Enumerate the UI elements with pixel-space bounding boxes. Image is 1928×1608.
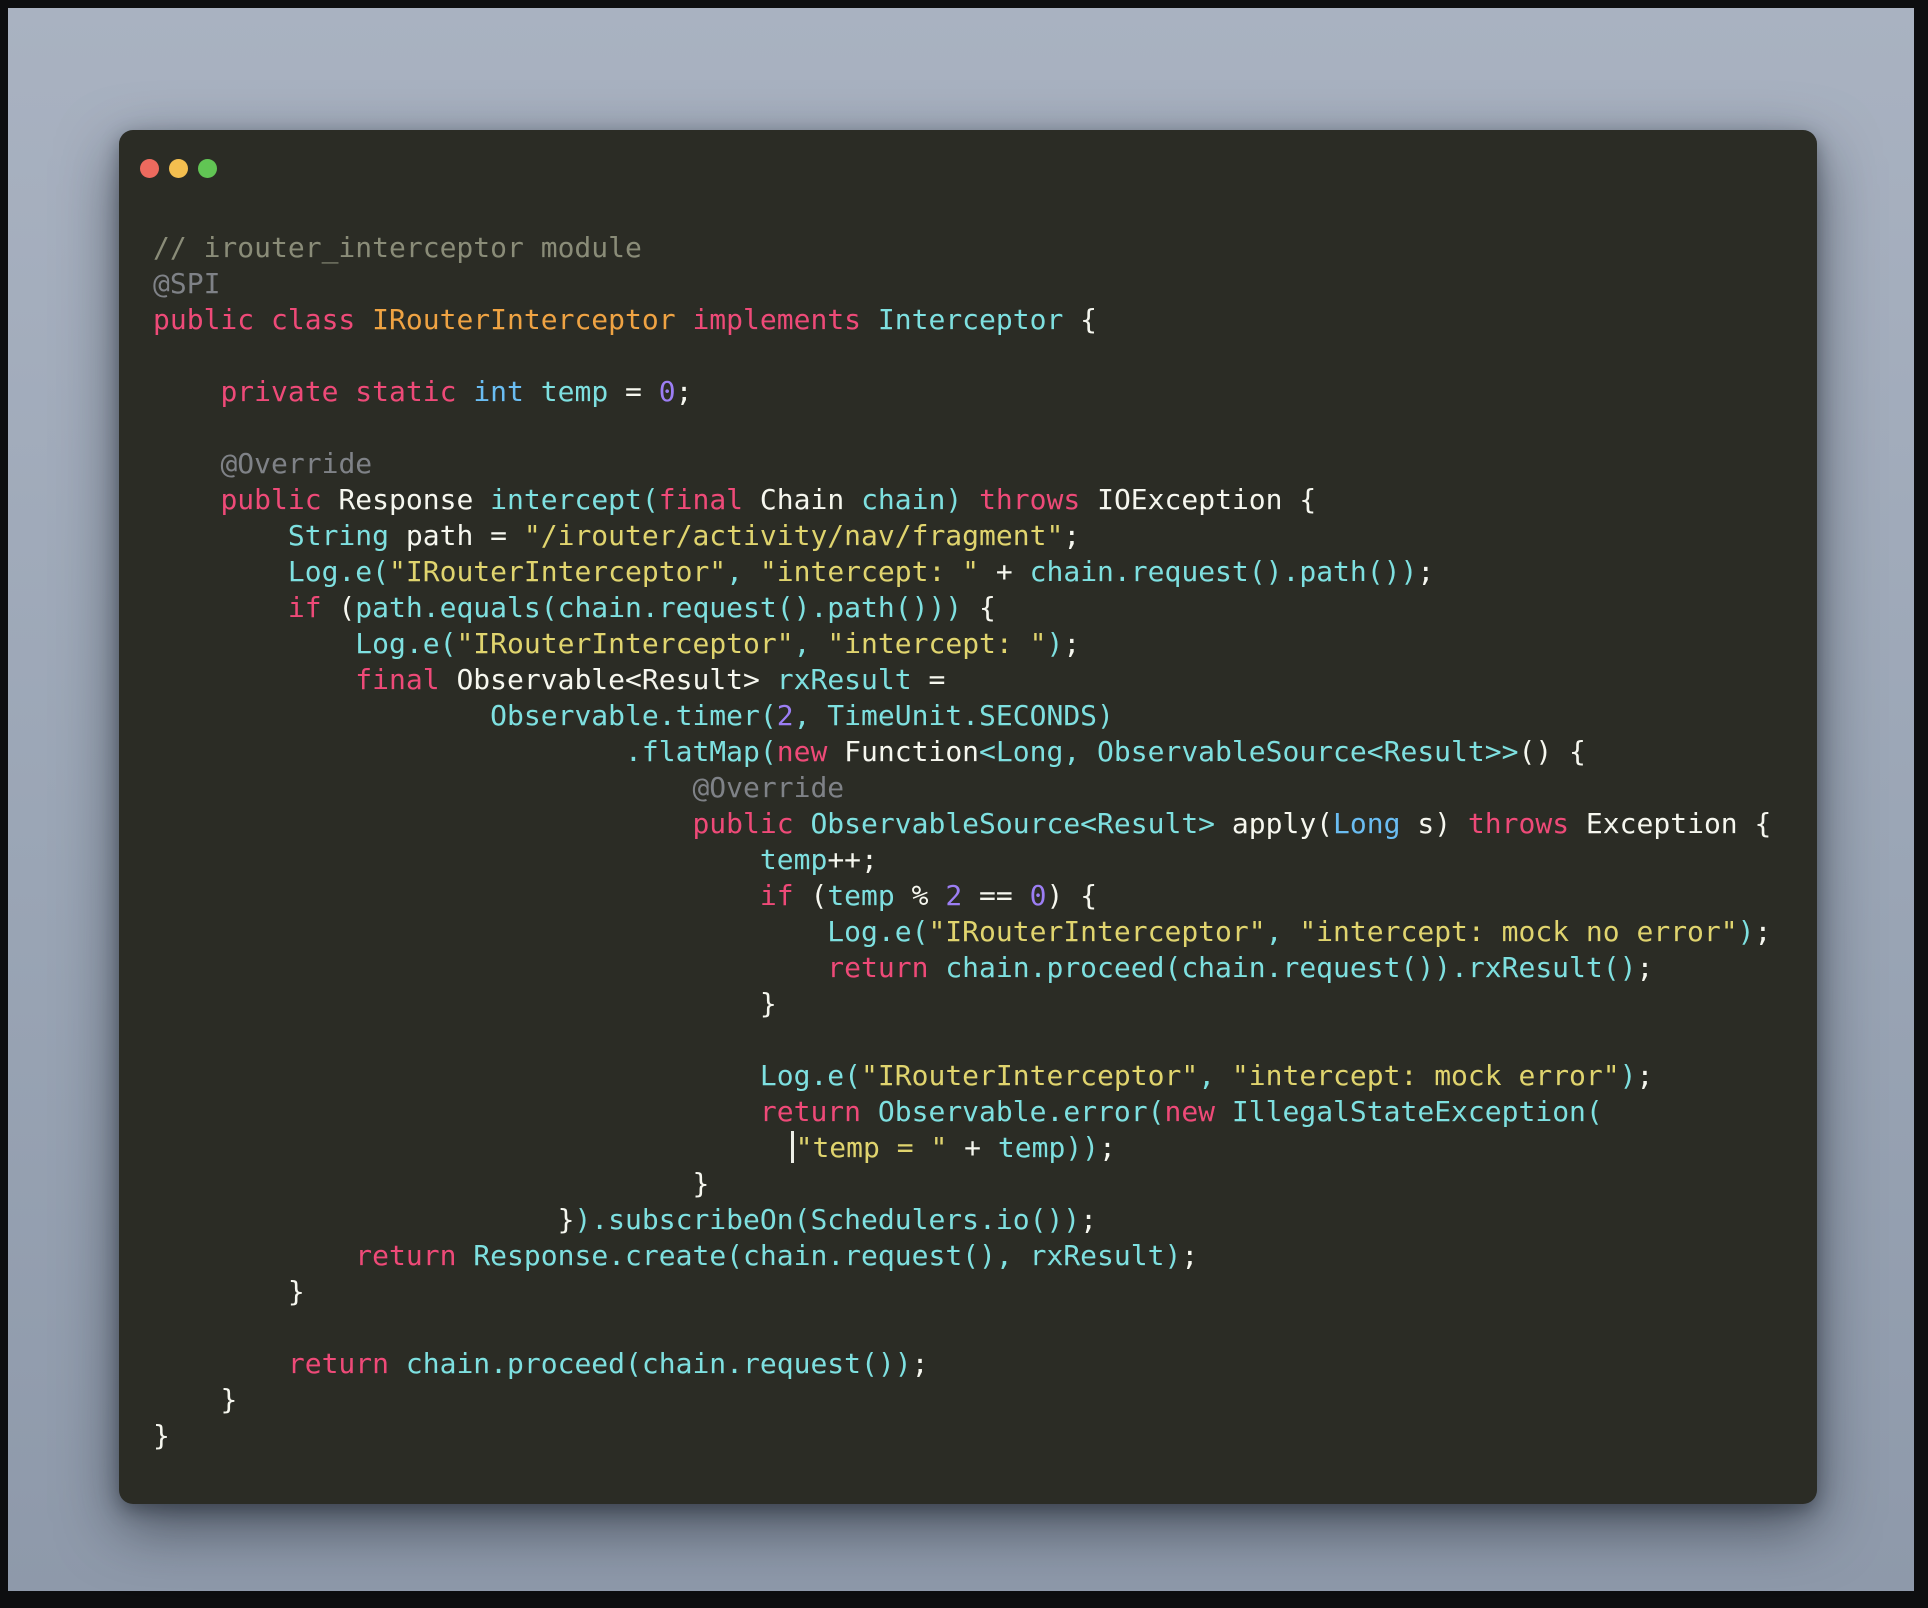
- code-line: .flatMap(new Function<Long, ObservableSo…: [153, 734, 1797, 770]
- code-line: Log.e("IRouterInterceptor", "intercept: …: [153, 554, 1797, 590]
- code-line: return Observable.error(new IllegalState…: [153, 1094, 1797, 1130]
- code-line: }: [153, 1418, 1797, 1454]
- code-line: return chain.proceed(chain.request());: [153, 1346, 1797, 1382]
- code-line: "temp = " + temp));: [153, 1130, 1797, 1166]
- code-line: }: [153, 1382, 1797, 1418]
- code-line: Observable.timer(2, TimeUnit.SECONDS): [153, 698, 1797, 734]
- window-controls: [140, 159, 217, 178]
- code-line: @SPI: [153, 266, 1797, 302]
- code-line: }: [153, 986, 1797, 1022]
- code-line: public ObservableSource<Result> apply(Lo…: [153, 806, 1797, 842]
- code-line: String path = "/irouter/activity/nav/fra…: [153, 518, 1797, 554]
- code-line: [153, 1310, 1797, 1346]
- zoom-button[interactable]: [198, 159, 217, 178]
- code-line: temp++;: [153, 842, 1797, 878]
- code-editor[interactable]: // irouter_interceptor module@SPIpublic …: [153, 230, 1797, 1454]
- code-line: final Observable<Result> rxResult =: [153, 662, 1797, 698]
- code-line: @Override: [153, 446, 1797, 482]
- desktop-background: // irouter_interceptor module@SPIpublic …: [8, 8, 1914, 1591]
- code-line: [153, 1022, 1797, 1058]
- close-button[interactable]: [140, 159, 159, 178]
- code-line: Log.e("IRouterInterceptor", "intercept: …: [153, 1058, 1797, 1094]
- code-line: }: [153, 1166, 1797, 1202]
- code-line: @Override: [153, 770, 1797, 806]
- code-line: // irouter_interceptor module: [153, 230, 1797, 266]
- code-line: public class IRouterInterceptor implemen…: [153, 302, 1797, 338]
- code-line: private static int temp = 0;: [153, 374, 1797, 410]
- text-cursor: [791, 1131, 794, 1163]
- code-line: }).subscribeOn(Schedulers.io());: [153, 1202, 1797, 1238]
- code-line: [153, 410, 1797, 446]
- code-line: Log.e("IRouterInterceptor", "intercept: …: [153, 914, 1797, 950]
- code-line: if (path.equals(chain.request().path()))…: [153, 590, 1797, 626]
- code-line: public Response intercept(final Chain ch…: [153, 482, 1797, 518]
- code-line: if (temp % 2 == 0) {: [153, 878, 1797, 914]
- code-line: Log.e("IRouterInterceptor", "intercept: …: [153, 626, 1797, 662]
- minimize-button[interactable]: [169, 159, 188, 178]
- code-line: return chain.proceed(chain.request()).rx…: [153, 950, 1797, 986]
- code-line: return Response.create(chain.request(), …: [153, 1238, 1797, 1274]
- code-line: [153, 338, 1797, 374]
- code-window: // irouter_interceptor module@SPIpublic …: [119, 130, 1817, 1504]
- code-line: }: [153, 1274, 1797, 1310]
